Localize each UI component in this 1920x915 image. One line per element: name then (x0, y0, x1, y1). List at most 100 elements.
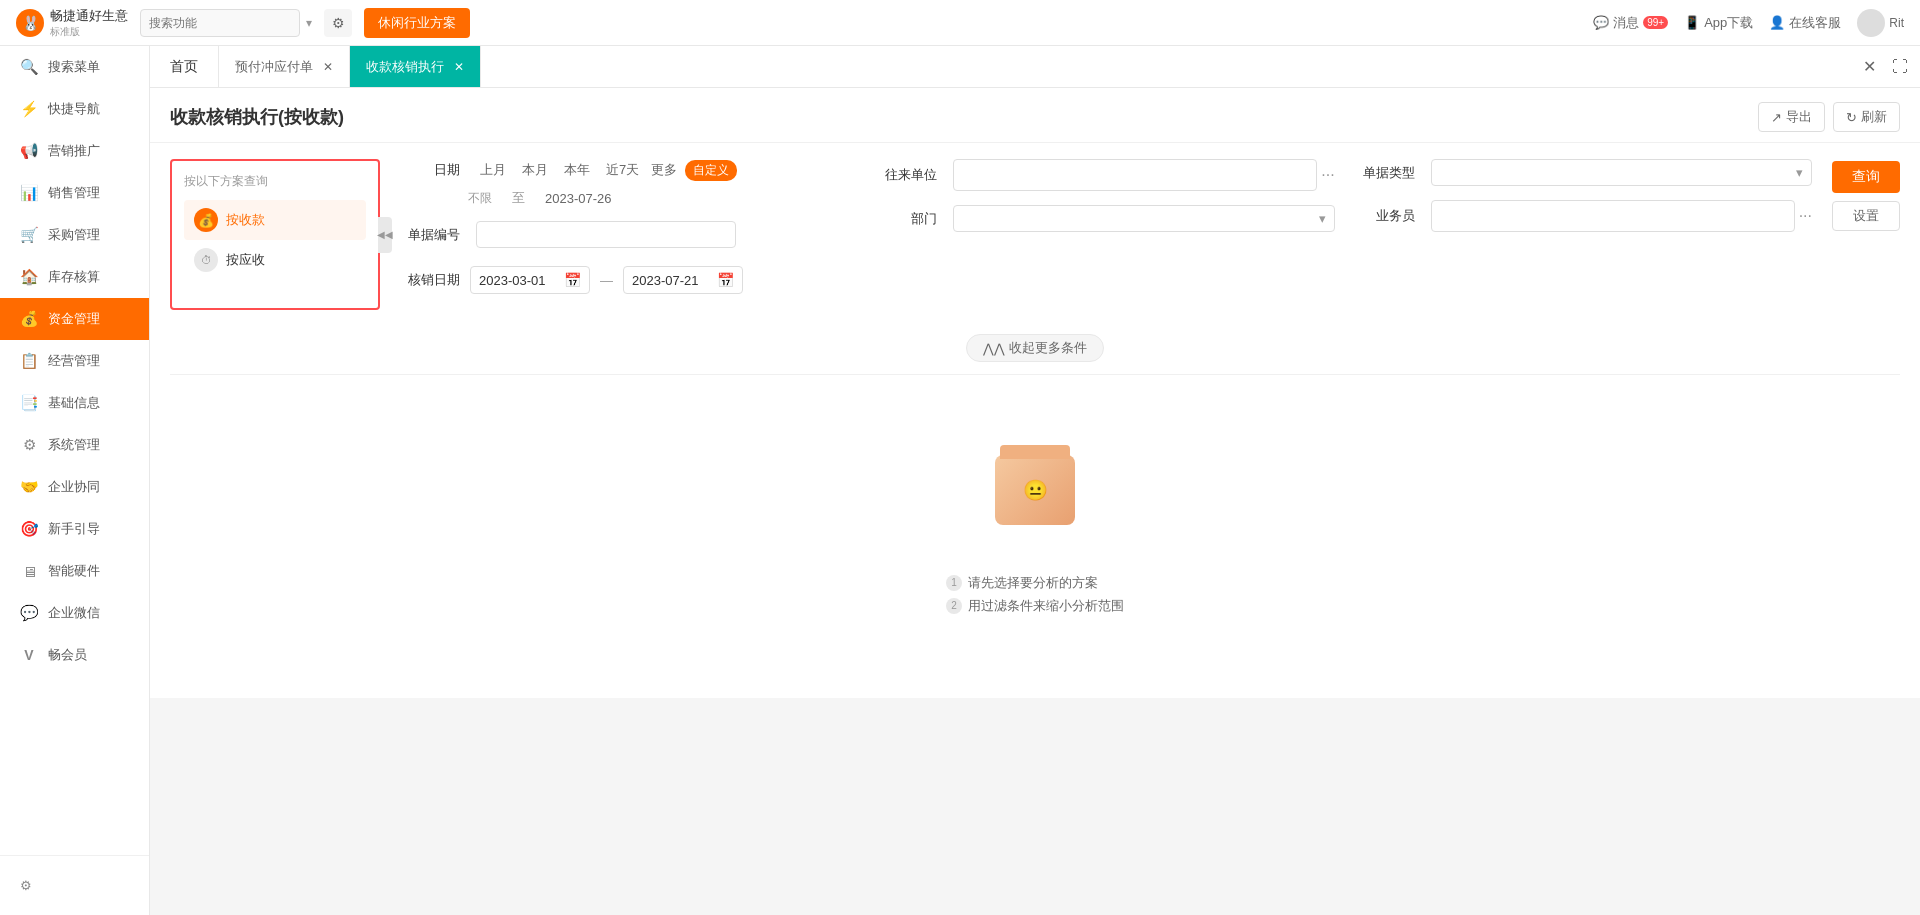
filter-scheme-sidebar: 按以下方案查询 💰 按收款 ⏱ 按应收 ◀◀ (170, 159, 380, 310)
tab-close-all-icon[interactable]: ✕ (1859, 53, 1880, 80)
counterpart-more-icon[interactable]: ··· (1321, 166, 1334, 184)
by-receivable-icon: ⏱ (194, 248, 218, 272)
user-area[interactable]: Rit (1857, 9, 1904, 37)
settings-bottom-button[interactable]: ⚙ (0, 868, 149, 903)
page-title: 收款核销执行(按收款) (170, 105, 344, 129)
sidebar-item-inventory[interactable]: 🏠 库存核算 (0, 256, 149, 298)
shortcut-this-month[interactable]: 本月 (518, 159, 552, 181)
verify-date-start-input[interactable]: 2023-03-01 📅 (470, 266, 590, 294)
shortcut-last-month[interactable]: 上月 (476, 159, 510, 181)
verify-date-end-value: 2023-07-21 (632, 273, 699, 288)
doctype-select[interactable]: ▾ (1431, 159, 1812, 186)
search-area: ▾ (140, 9, 312, 37)
filter-row-date-input: 不限 至 2023-07-26 (468, 189, 857, 207)
empty-face-icon: 😐 (1023, 478, 1048, 502)
sidebar-label-basic-info: 基础信息 (48, 394, 100, 412)
enterprise-icon: 🤝 (20, 478, 38, 496)
refresh-icon: ↻ (1846, 110, 1857, 125)
brand-edition: 标准版 (50, 25, 128, 39)
sidebar-label-member: 畅会员 (48, 646, 87, 664)
message-label: 消息 (1613, 14, 1639, 32)
sidebar-item-purchase[interactable]: 🛒 采购管理 (0, 214, 149, 256)
query-button[interactable]: 查询 (1832, 161, 1900, 193)
shortcut-more[interactable]: 更多 (651, 161, 677, 179)
search-menu-icon: 🔍 (20, 58, 38, 76)
tab-verify-close-icon[interactable]: ✕ (454, 60, 464, 74)
app-layout: 🔍 搜索菜单 ⚡ 快捷导航 📢 营销推广 📊 销售管理 🛒 采购管理 🏠 库存核… (0, 46, 1920, 915)
filter-option-by-receivable[interactable]: ⏱ 按应收 (184, 240, 366, 280)
filter-option-by-receipt[interactable]: 💰 按收款 (184, 200, 366, 240)
hardware-icon: 🖥 (20, 563, 38, 580)
top-bar-left: 🐰 畅捷通好生意 标准版 ▾ ⚙ 休闲行业方案 (16, 7, 470, 39)
tab-maximize-icon[interactable]: ⛶ (1888, 54, 1912, 80)
collapse-more-button[interactable]: ⋀⋀ 收起更多条件 (966, 334, 1104, 362)
sidebar-item-search-menu[interactable]: 🔍 搜索菜单 (0, 46, 149, 88)
sidebar-label-system: 系统管理 (48, 436, 100, 454)
sidebar-item-member[interactable]: V 畅会员 (0, 634, 149, 676)
empty-tip-row-1: 1 请先选择要分析的方案 (946, 571, 1124, 594)
sidebar-label-finance: 资金管理 (48, 310, 100, 328)
tab-home[interactable]: 首页 (150, 46, 219, 87)
member-icon: V (20, 647, 38, 663)
filter-sidebar-collapse-btn[interactable]: ◀◀ (378, 217, 392, 253)
salesperson-label: 业务员 (1355, 207, 1415, 225)
sales-icon: 📊 (20, 184, 38, 202)
collapse-more-row: ⋀⋀ 收起更多条件 (150, 326, 1920, 374)
online-service-button[interactable]: 👤 在线客服 (1769, 14, 1841, 32)
sidebar-item-operation[interactable]: 📋 经营管理 (0, 340, 149, 382)
inventory-icon: 🏠 (20, 268, 38, 286)
export-button[interactable]: ↗ 导出 (1758, 102, 1825, 132)
gear-button[interactable]: ⚙ (324, 9, 352, 37)
sidebar-item-enterprise[interactable]: 🤝 企业协同 (0, 466, 149, 508)
brand-logo: 🐰 (16, 9, 44, 37)
verify-date-separator: — (600, 273, 613, 288)
sidebar-item-system[interactable]: ⚙ 系统管理 (0, 424, 149, 466)
sidebar-label-enterprise: 企业协同 (48, 478, 100, 496)
message-badge: 99+ (1643, 16, 1668, 29)
salesperson-more-icon[interactable]: ··· (1799, 207, 1812, 225)
sidebar-item-marketing[interactable]: 📢 营销推广 (0, 130, 149, 172)
verify-date-end-input[interactable]: 2023-07-21 📅 (623, 266, 743, 294)
collapse-up-icon: ⋀⋀ (983, 341, 1005, 356)
salesperson-input[interactable] (1431, 200, 1795, 232)
tab-prepay-close-icon[interactable]: ✕ (323, 60, 333, 74)
empty-state: 😐 1 请先选择要分析的方案 2 用过滤条件来缩小分析范围 (150, 375, 1920, 698)
empty-illustration: 😐 (975, 455, 1095, 555)
shortcut-this-year[interactable]: 本年 (560, 159, 594, 181)
app-download-button[interactable]: 📱 App下载 (1684, 14, 1753, 32)
user-avatar (1857, 9, 1885, 37)
top-bar-right: 💬 消息 99+ 📱 App下载 👤 在线客服 Rit (1593, 9, 1904, 37)
sidebar-item-weixin[interactable]: 💬 企业微信 (0, 592, 149, 634)
sidebar-item-sales[interactable]: 📊 销售管理 (0, 172, 149, 214)
filter-settings-button[interactable]: 设置 (1832, 201, 1900, 231)
sidebar-label-inventory: 库存核算 (48, 268, 100, 286)
sidebar-item-quick-nav[interactable]: ⚡ 快捷导航 (0, 88, 149, 130)
counterpart-input[interactable] (953, 159, 1317, 191)
top-search-input[interactable] (140, 9, 300, 37)
docno-input[interactable] (476, 221, 736, 248)
tab-prepay[interactable]: 预付冲应付单 ✕ (219, 46, 350, 87)
empty-tip-2: 用过滤条件来缩小分析范围 (968, 594, 1124, 617)
refresh-button[interactable]: ↻ 刷新 (1833, 102, 1900, 132)
sidebar-item-basic-info[interactable]: 📑 基础信息 (0, 382, 149, 424)
dept-chevron-icon: ▾ (1319, 211, 1326, 226)
tab-verify[interactable]: 收款核销执行 ✕ (350, 46, 481, 87)
query-actions: 查询 设置 (1832, 159, 1900, 231)
sidebar-item-hardware[interactable]: 🖥 智能硬件 (0, 550, 149, 592)
date-label: 日期 (400, 161, 460, 179)
message-button[interactable]: 💬 消息 99+ (1593, 14, 1668, 32)
quick-nav-icon: ⚡ (20, 100, 38, 118)
sidebar-item-guide[interactable]: 🎯 新手引导 (0, 508, 149, 550)
marketing-icon: 📢 (20, 142, 38, 160)
solution-button[interactable]: 休闲行业方案 (364, 8, 470, 38)
sidebar-item-finance[interactable]: 💰 资金管理 (0, 298, 149, 340)
dept-label: 部门 (877, 210, 937, 228)
finance-icon: 💰 (20, 310, 38, 328)
search-chevron-icon[interactable]: ▾ (306, 16, 312, 30)
dept-select[interactable]: ▾ (953, 205, 1334, 232)
custom-tag[interactable]: 自定义 (685, 160, 737, 181)
sidebar-label-operation: 经营管理 (48, 352, 100, 370)
filter-row-salesperson: 业务员 ··· (1355, 200, 1812, 232)
shortcut-7days[interactable]: 近7天 (602, 159, 643, 181)
page-inner: 收款核销执行(按收款) ↗ 导出 ↻ 刷新 按以下方案查询 (150, 88, 1920, 698)
